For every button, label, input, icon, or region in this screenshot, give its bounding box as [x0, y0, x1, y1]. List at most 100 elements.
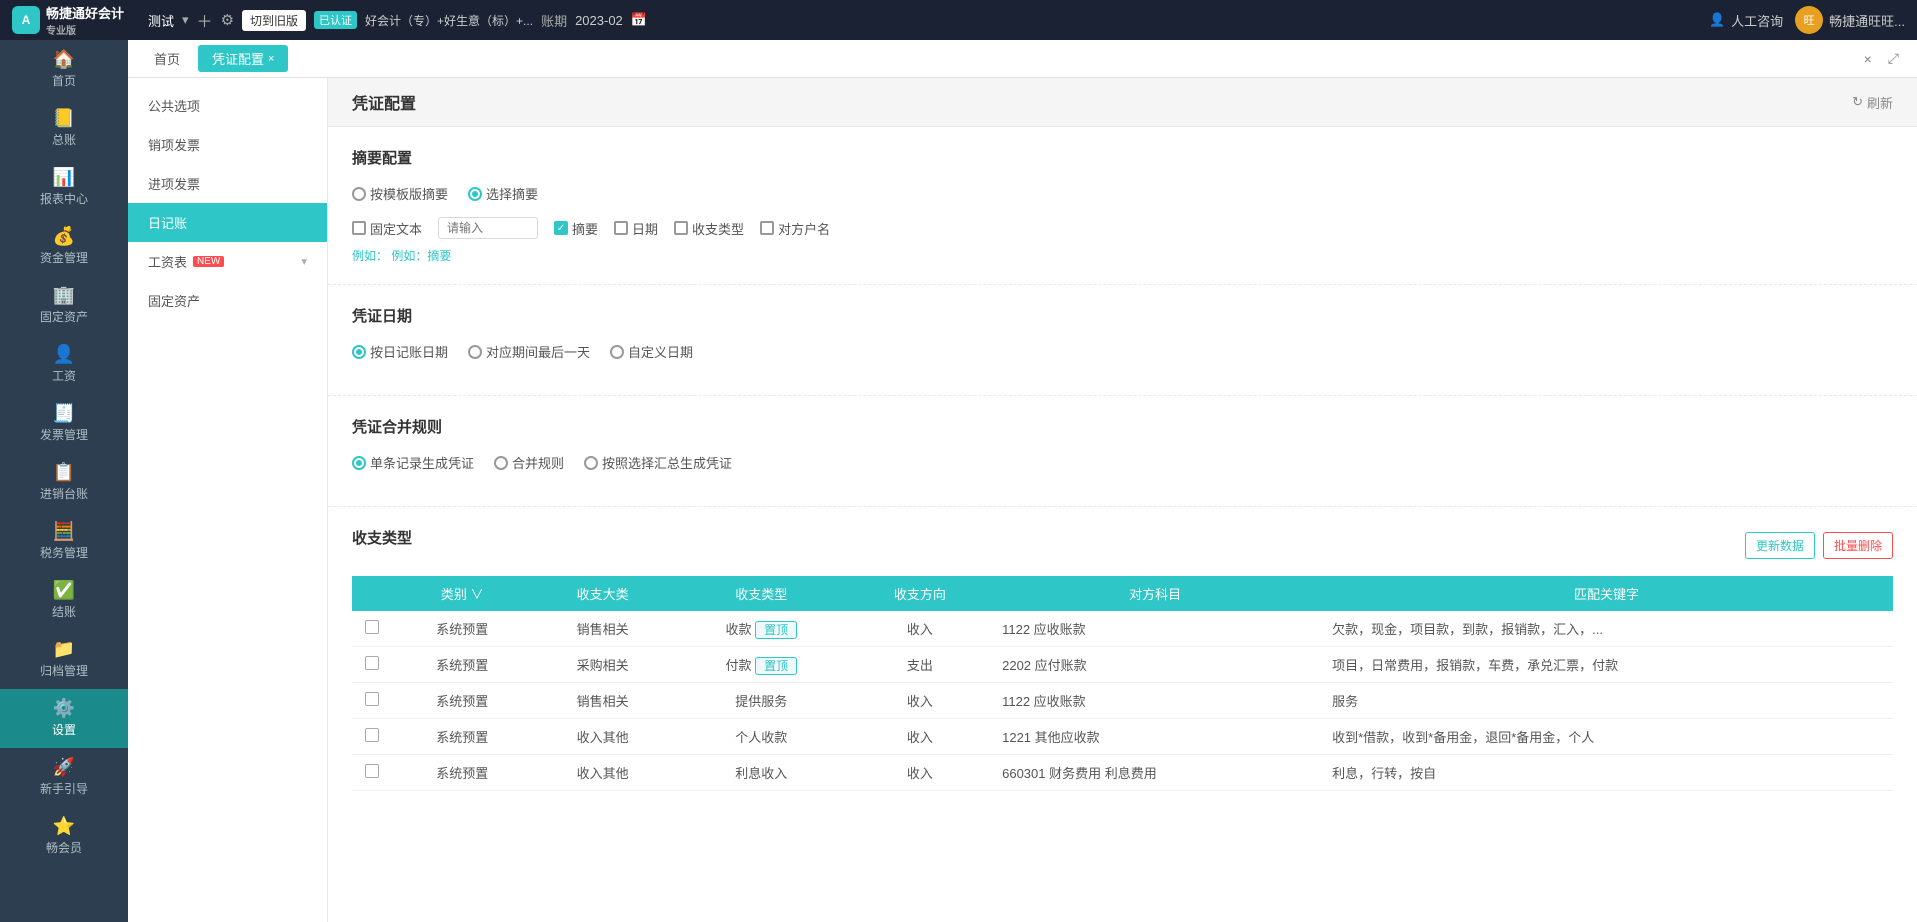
sidebar-item-guide[interactable]: 🚀 新手引导 [0, 748, 128, 807]
sidebar-item-settlement[interactable]: ✅ 结账 [0, 571, 128, 630]
radio-select-summary[interactable]: 选择摘要 [468, 184, 538, 203]
sidebar-label-ledger: 总账 [52, 131, 76, 148]
tab-voucher-config-label: 凭证配置 [212, 49, 264, 68]
reset-tag-1[interactable]: 置顶 [755, 621, 797, 639]
sidebar-item-reports[interactable]: 📊 报表中心 [0, 158, 128, 217]
radio-single[interactable]: 单条记录生成凭证 [352, 453, 474, 472]
td-check-1 [352, 611, 392, 647]
purchase-icon: 📋 [53, 463, 75, 481]
tab-close-icon[interactable]: × [268, 53, 274, 65]
left-nav-sales[interactable]: 销项发票 [128, 125, 327, 164]
voucher-date-title: 凭证日期 [352, 305, 1893, 326]
settings-icon[interactable]: ⚙ [221, 11, 234, 29]
td-keywords-1: 欠款，现金，项目款，到款，报销款，汇入，... [1320, 611, 1893, 647]
left-nav-fixed-assets[interactable]: 固定资产 [128, 281, 327, 320]
fixed-text-input[interactable] [438, 217, 538, 239]
sidebar-label-guide: 新手引导 [40, 780, 88, 797]
left-nav-payroll[interactable]: 工资表 NEW ▾ [128, 242, 327, 281]
batch-delete-btn[interactable]: 批量删除 [1823, 532, 1893, 559]
subscription-tags: 好会计（专）+好生意（标）+... [365, 12, 533, 29]
refresh-btn[interactable]: ↻ 刷新 [1852, 93, 1893, 112]
tab-home-label: 首页 [154, 49, 180, 68]
left-nav-public[interactable]: 公共选项 [128, 86, 327, 125]
radio-merge[interactable]: 合并规则 [494, 453, 564, 472]
td-check-5 [352, 755, 392, 791]
checkbox-counterparty[interactable]: 对方户名 [760, 219, 830, 238]
sidebar-item-funds[interactable]: 💰 资金管理 [0, 217, 128, 276]
row-checkbox-3[interactable] [365, 692, 379, 706]
sidebar-item-archive[interactable]: 📁 归档管理 [0, 630, 128, 689]
row-checkbox-5[interactable] [365, 764, 379, 778]
sidebar-item-settings[interactable]: ⚙️ 设置 [0, 689, 128, 748]
sidebar-item-ledger[interactable]: 📒 总账 [0, 99, 128, 158]
header-checkbox[interactable] [365, 585, 379, 599]
add-icon[interactable]: ＋ [197, 8, 213, 32]
checkbox-date[interactable]: 日期 [614, 219, 658, 238]
left-nav-payroll-label: 工资表 [148, 252, 187, 271]
sidebar-item-invoice[interactable]: 🧾 发票管理 [0, 394, 128, 453]
consult-area[interactable]: 👤 人工咨询 [1709, 11, 1783, 30]
th-subject: 对方科目 [990, 576, 1320, 611]
radio-template[interactable]: 按模板版摘要 [352, 184, 448, 203]
radio-select-total-label: 按照选择汇总生成凭证 [602, 453, 732, 472]
checkbox-summary[interactable]: ✓ 摘要 [554, 219, 598, 238]
update-data-btn[interactable]: 更新数据 [1745, 532, 1815, 559]
header-dropdown-icon[interactable]: ▾ [182, 12, 189, 28]
table-row: 系统预置 收入其他 利息收入 收入 660301 财务费用 利息费用 利息，行转… [352, 755, 1893, 791]
salary-icon: 👤 [53, 345, 75, 363]
app-logo-icon: A [12, 6, 40, 34]
radio-template-circle [352, 187, 366, 201]
left-nav-journal[interactable]: 日记账 [128, 203, 327, 242]
td-type-main-5: 收入其他 [532, 755, 672, 791]
td-type-sub-1: 收款 置顶 [673, 611, 850, 647]
th-category: 类别 ∨ [392, 576, 532, 611]
radio-custom-date[interactable]: 自定义日期 [610, 342, 693, 361]
consult-label: 人工咨询 [1731, 11, 1783, 30]
sidebar-item-purchase[interactable]: 📋 进销台账 [0, 453, 128, 512]
app-edition: 专业版 [46, 22, 124, 37]
radio-journal-date[interactable]: 按日记账日期 [352, 342, 448, 361]
sidebar-item-tax[interactable]: 🧮 税务管理 [0, 512, 128, 571]
td-type-sub-4: 个人收款 [673, 719, 850, 755]
td-subject-5: 660301 财务费用 利息费用 [990, 755, 1320, 791]
tab-voucher-config[interactable]: 凭证配置 × [198, 45, 288, 72]
top-header: A 畅捷通好会计 专业版 测试 ▾ ＋ ⚙ 切到旧版 已认证 好会计（专）+好生… [0, 0, 1917, 40]
sidebar-label-purchase: 进销台账 [40, 485, 88, 502]
checkbox-fixed-text[interactable]: 固定文本 [352, 219, 422, 238]
th-keywords: 匹配关键字 [1320, 576, 1893, 611]
td-type-main-3: 销售相关 [532, 683, 672, 719]
checkbox-pay-type[interactable]: 收支类型 [674, 219, 744, 238]
tab-home[interactable]: 首页 [140, 45, 194, 72]
row-checkbox-4[interactable] [365, 728, 379, 742]
sidebar-label-invoice: 发票管理 [40, 426, 88, 443]
guide-icon: 🚀 [53, 758, 75, 776]
left-nav-purchase-inv[interactable]: 进项发票 [128, 164, 327, 203]
left-nav-journal-label: 日记账 [148, 213, 187, 232]
left-nav-public-label: 公共选项 [148, 96, 200, 115]
window-max-icon[interactable]: ⤢ [1882, 48, 1905, 69]
page-title: 凭证配置 [352, 90, 416, 114]
username: 畅捷通旺旺... [1829, 11, 1905, 30]
sidebar-item-member[interactable]: ⭐ 畅会员 [0, 807, 128, 866]
radio-custom-date-circle [610, 345, 624, 359]
radio-template-label: 按模板版摘要 [370, 184, 448, 203]
sidebar-label-tax: 税务管理 [40, 544, 88, 561]
radio-journal-date-circle [352, 345, 366, 359]
window-close-icon[interactable]: × [1858, 49, 1878, 69]
radio-select-circle [468, 187, 482, 201]
sidebar-item-assets[interactable]: 🏢 固定资产 [0, 276, 128, 335]
user-area[interactable]: 旺 畅捷通旺旺... [1795, 6, 1905, 34]
sidebar-item-salary[interactable]: 👤 工资 [0, 335, 128, 394]
reset-tag-2[interactable]: 置顶 [755, 657, 797, 675]
row-checkbox-2[interactable] [365, 656, 379, 670]
radio-custom-date-label: 自定义日期 [628, 342, 693, 361]
checkbox-summary-box: ✓ [554, 221, 568, 235]
switch-version-btn[interactable]: 切到旧版 [242, 10, 306, 31]
row-checkbox-1[interactable] [365, 620, 379, 634]
radio-single-circle [352, 456, 366, 470]
sidebar-item-home[interactable]: 🏠 首页 [0, 40, 128, 99]
radio-period-last[interactable]: 对应期间最后一天 [468, 342, 590, 361]
radio-select-total[interactable]: 按照选择汇总生成凭证 [584, 453, 732, 472]
header-right: 👤 人工咨询 旺 畅捷通旺旺... [1709, 6, 1905, 34]
calendar-icon[interactable]: 📅 [631, 12, 647, 28]
